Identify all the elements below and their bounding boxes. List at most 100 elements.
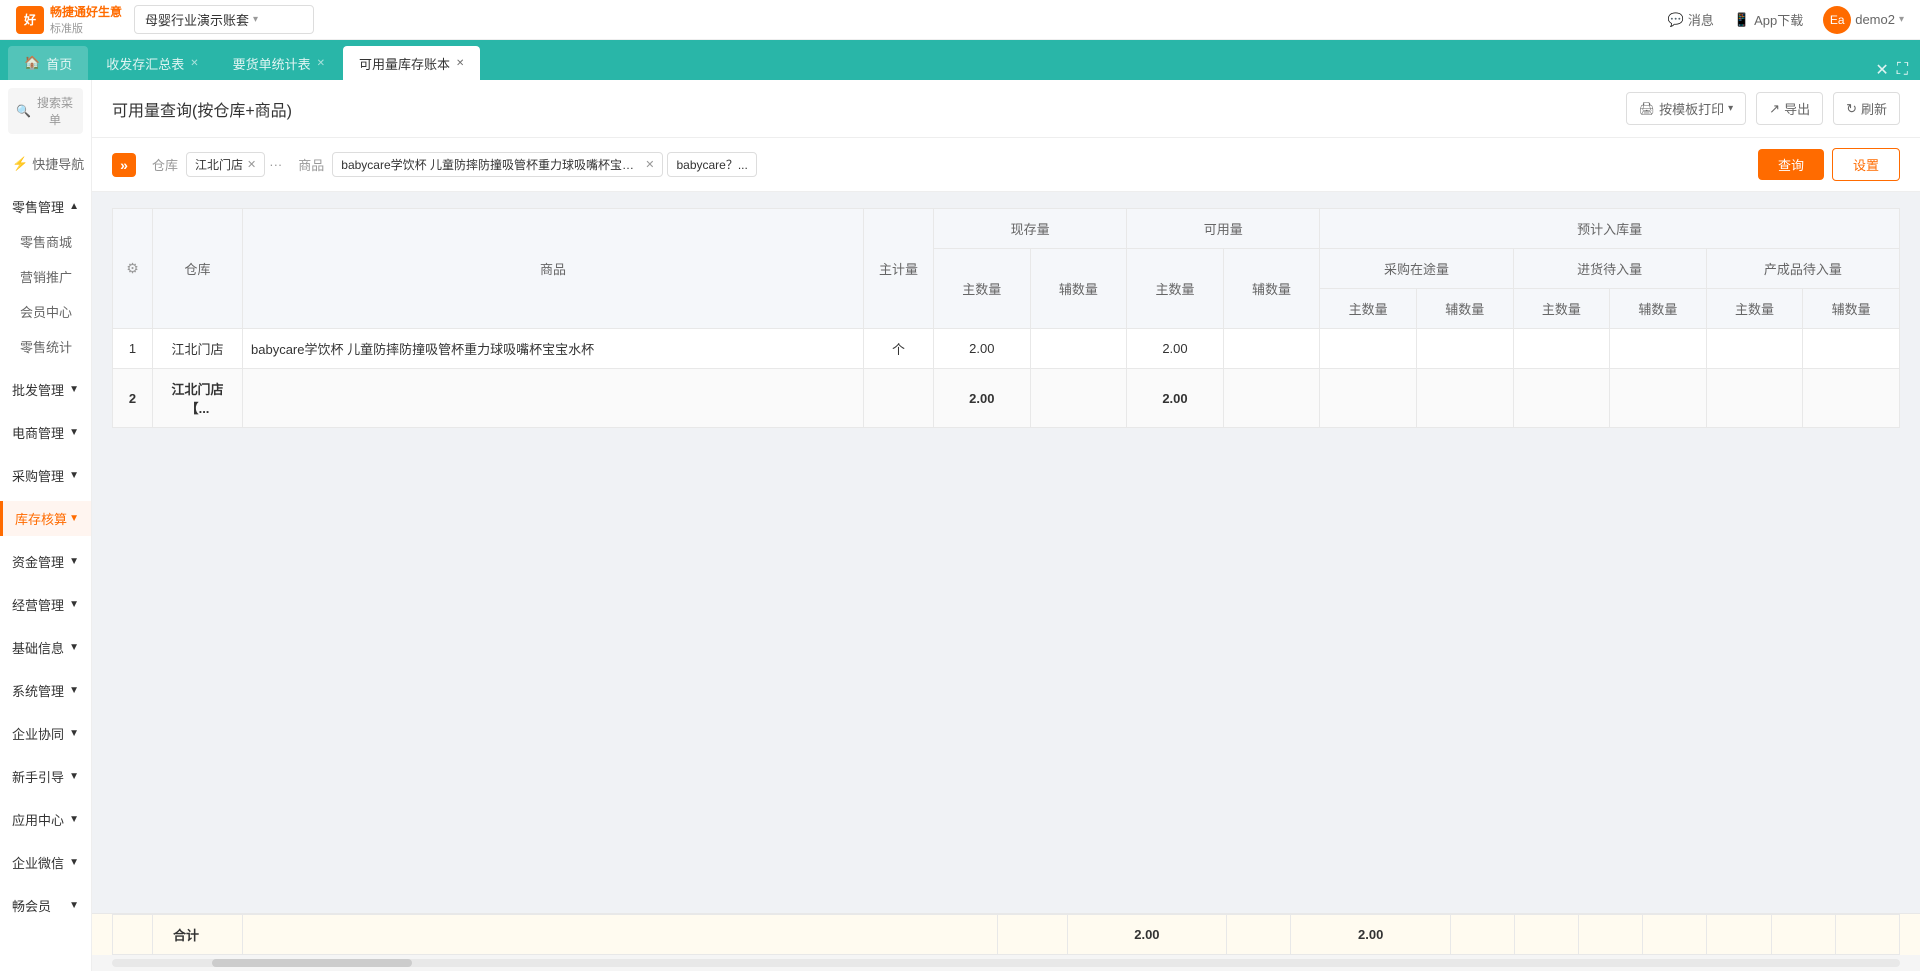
scroll-track[interactable] bbox=[112, 959, 1900, 967]
th-incoming-main: 主数量 bbox=[1513, 289, 1610, 329]
sidebar-finance-header[interactable]: 资金管理 ▼ bbox=[0, 544, 91, 579]
chevron-icon: ▼ bbox=[69, 857, 79, 868]
gear-icon[interactable]: ⚙ bbox=[126, 260, 139, 276]
cell-unit-1 bbox=[863, 369, 933, 428]
page-actions: 🖨 按模板打印 ▾ ↗ 导出 ↻ 刷新 bbox=[1626, 92, 1900, 125]
sidebar-search: 🔍 搜索菜单 bbox=[0, 80, 91, 142]
filter-more-warehouse[interactable]: ··· bbox=[269, 157, 282, 172]
th-purchase-main: 主数量 bbox=[1320, 289, 1417, 329]
sidebar-section-member: 畅会员 ▼ bbox=[0, 884, 91, 927]
logo-text: 畅捷通好生意 标准版 bbox=[50, 3, 122, 36]
sidebar-section-retail: 零售管理 ▲ 零售商城 营销推广 会员中心 零售统计 bbox=[0, 185, 91, 368]
sidebar-item-retail-stats[interactable]: 零售统计 bbox=[0, 329, 91, 364]
chevron-icon: ▼ bbox=[69, 470, 79, 481]
chevron-icon: ▲ bbox=[69, 201, 79, 212]
sidebar-item-retail-mall[interactable]: 零售商城 bbox=[0, 224, 91, 259]
sidebar-item-quick-nav[interactable]: ⚡ 快捷导航 bbox=[0, 146, 91, 181]
scroll-thumb[interactable] bbox=[212, 959, 412, 967]
sidebar-purchase-header[interactable]: 采购管理 ▼ bbox=[0, 458, 91, 493]
sidebar-item-member-center[interactable]: 会员中心 bbox=[0, 294, 91, 329]
cell-index-0: 1 bbox=[113, 329, 153, 369]
setting-btn[interactable]: 设置 bbox=[1832, 148, 1900, 181]
print-btn[interactable]: 🖨 按模板打印 ▾ bbox=[1626, 92, 1747, 125]
cell-production-main-1 bbox=[1706, 369, 1803, 428]
close-icon[interactable]: ✕ bbox=[1875, 60, 1888, 80]
sidebar-section-ecommerce: 电商管理 ▼ bbox=[0, 411, 91, 454]
sidebar-item-marketing[interactable]: 营销推广 bbox=[0, 259, 91, 294]
search-menu-btn[interactable]: 🔍 搜索菜单 bbox=[8, 88, 83, 134]
chevron-icon: ▼ bbox=[69, 513, 79, 524]
chevron-icon: ▼ bbox=[69, 384, 79, 395]
sidebar-basic-header[interactable]: 基础信息 ▼ bbox=[0, 630, 91, 665]
cell-available-aux-0 bbox=[1223, 329, 1320, 369]
sidebar-section-finance: 资金管理 ▼ bbox=[0, 540, 91, 583]
th-current-group: 现存量 bbox=[933, 209, 1126, 249]
sidebar-operation-header[interactable]: 经营管理 ▼ bbox=[0, 587, 91, 622]
tab-order[interactable]: 要货单统计表 ✕ bbox=[217, 46, 341, 80]
chevron-icon: ▼ bbox=[69, 427, 79, 438]
sidebar-wechat-header[interactable]: 企业微信 ▼ bbox=[0, 845, 91, 880]
export-btn[interactable]: ↗ 导出 bbox=[1756, 92, 1823, 125]
fullscreen-icon[interactable]: ⛶ bbox=[1897, 61, 1908, 79]
app-download-btn[interactable]: 📱 App下载 bbox=[1734, 10, 1803, 29]
cell-index-1: 2 bbox=[113, 369, 153, 428]
tab-cashflow[interactable]: 收发存汇总表 ✕ bbox=[90, 46, 214, 80]
sidebar-inventory-header[interactable]: 库存核算 ▼ bbox=[0, 501, 91, 536]
table-row: 2 江北门店【... 2.00 2.00 bbox=[113, 369, 1900, 428]
th-production-main: 主数量 bbox=[1706, 289, 1803, 329]
sidebar-section-enterprise: 企业协同 ▼ bbox=[0, 712, 91, 755]
product-tag-0: babycare学饮杯 儿童防摔防撞吸管杯重力球吸嘴杯宝宝水杯 ✕ bbox=[332, 152, 663, 177]
sidebar-member-header[interactable]: 畅会员 ▼ bbox=[0, 888, 91, 923]
th-available-aux: 辅数量 bbox=[1223, 249, 1320, 329]
refresh-btn[interactable]: ↻ 刷新 bbox=[1833, 92, 1900, 125]
sidebar-enterprise-header[interactable]: 企业协同 ▼ bbox=[0, 716, 91, 751]
summary-unit-spacer bbox=[997, 915, 1067, 955]
cell-warehouse-1: 江北门店【... bbox=[153, 369, 243, 428]
industry-select[interactable]: 母婴行业演示账套 ▾ bbox=[134, 5, 314, 34]
user-menu[interactable]: Ea demo2 ▾ bbox=[1823, 6, 1904, 34]
sidebar-section-wechat: 企业微信 ▼ bbox=[0, 841, 91, 884]
product-tag-close-0[interactable]: ✕ bbox=[645, 158, 654, 171]
export-icon: ↗ bbox=[1769, 101, 1780, 117]
th-incoming-group: 进货待入量 bbox=[1513, 249, 1706, 289]
th-available-group: 可用量 bbox=[1127, 209, 1320, 249]
th-current-main: 主数量 bbox=[933, 249, 1030, 329]
tab-order-close[interactable]: ✕ bbox=[317, 58, 325, 69]
sidebar-system-header[interactable]: 系统管理 ▼ bbox=[0, 673, 91, 708]
warehouse-tag-0: 江北门店 ✕ bbox=[186, 152, 265, 177]
sidebar-retail-header[interactable]: 零售管理 ▲ bbox=[0, 189, 91, 224]
sidebar-ecommerce-header[interactable]: 电商管理 ▼ bbox=[0, 415, 91, 450]
summary-purchase-aux bbox=[1579, 915, 1643, 955]
warehouse-tag-close-0[interactable]: ✕ bbox=[247, 158, 256, 171]
th-purchase-group: 采购在途量 bbox=[1320, 249, 1513, 289]
quick-nav-icon: ⚡ bbox=[12, 156, 28, 172]
table-wrapper: ⚙ 仓库 商品 主计量 现存量 可用量 预计入库量 主数量 辅数量 主数量 辅数… bbox=[92, 192, 1920, 913]
scroll-area bbox=[92, 955, 1920, 971]
message-btn[interactable]: 💬 消息 bbox=[1668, 10, 1714, 29]
cell-purchase-aux-0 bbox=[1416, 329, 1513, 369]
summary-table: 合计 2.00 2.00 bbox=[112, 914, 1900, 955]
product-label: 商品 bbox=[298, 155, 324, 174]
sidebar-app-center-header[interactable]: 应用中心 ▼ bbox=[0, 802, 91, 837]
th-warehouse: 仓库 bbox=[153, 209, 243, 329]
tab-bar: 🏠 首页 收发存汇总表 ✕ 要货单统计表 ✕ 可用量库存账本 ✕ ✕ ⛶ bbox=[0, 40, 1920, 80]
cell-unit-0: 个 bbox=[863, 329, 933, 369]
filter-actions: 查询 设置 bbox=[1758, 148, 1900, 181]
tab-stock[interactable]: 可用量库存账本 ✕ bbox=[343, 46, 480, 80]
cell-incoming-main-0 bbox=[1513, 329, 1610, 369]
tab-cashflow-close[interactable]: ✕ bbox=[190, 58, 198, 69]
refresh-icon: ↻ bbox=[1846, 101, 1857, 117]
th-current-aux: 辅数量 bbox=[1030, 249, 1127, 329]
cell-current-aux-0 bbox=[1030, 329, 1127, 369]
summary-product-spacer bbox=[243, 915, 998, 955]
tab-home[interactable]: 🏠 首页 bbox=[8, 46, 88, 80]
sidebar-newbie-header[interactable]: 新手引导 ▼ bbox=[0, 759, 91, 794]
query-btn[interactable]: 查询 bbox=[1758, 149, 1824, 180]
tab-stock-close[interactable]: ✕ bbox=[456, 58, 464, 69]
summary-purchase-main bbox=[1515, 915, 1579, 955]
cell-current-aux-1 bbox=[1030, 369, 1127, 428]
page-title: 可用量查询(按仓库+商品) bbox=[112, 97, 292, 121]
th-production-group: 产成品待入量 bbox=[1706, 249, 1899, 289]
sidebar-wholesale-header[interactable]: 批发管理 ▼ bbox=[0, 372, 91, 407]
filter-toggle-btn[interactable]: » bbox=[112, 153, 136, 177]
